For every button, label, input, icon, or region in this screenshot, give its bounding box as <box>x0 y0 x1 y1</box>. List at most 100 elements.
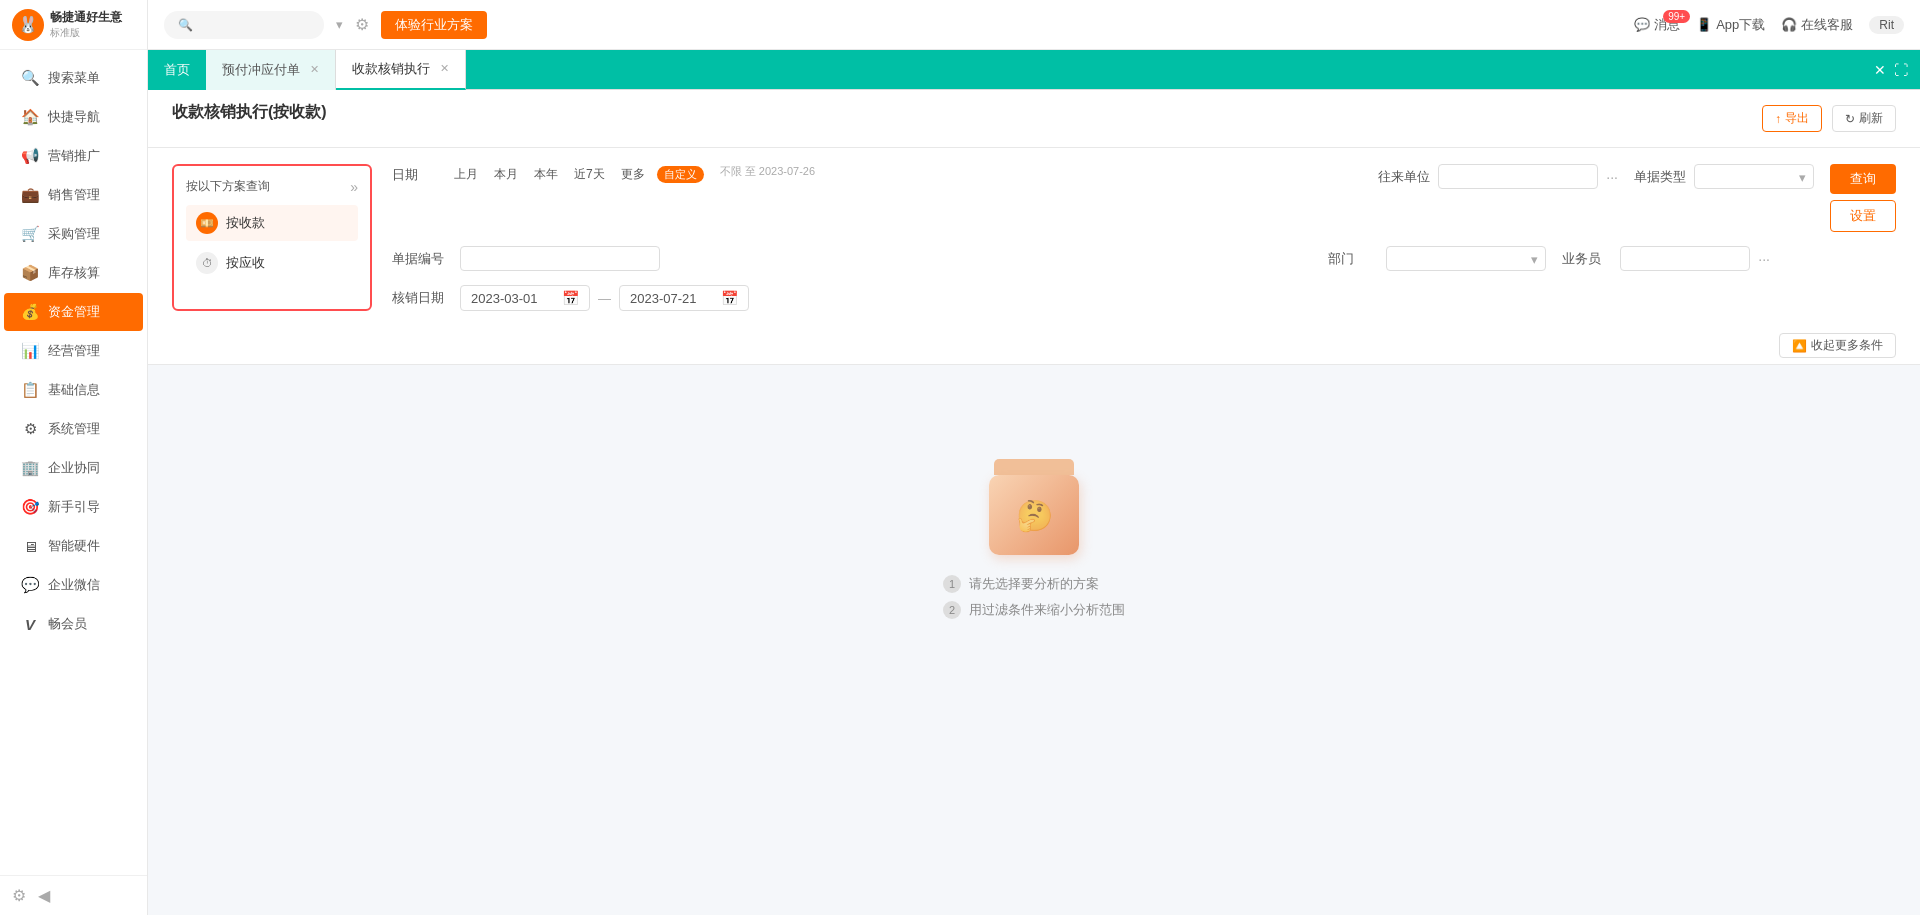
verify-date-range: 2023-03-01 📅 — 2023-07-21 📅 <box>460 285 749 311</box>
sidebar-item-search[interactable]: 🔍 搜索菜单 <box>4 59 143 97</box>
filter-panel: 按以下方案查询 » 💴 按收款 ⏱ 按应收 <box>172 164 372 311</box>
sidebar: 🐰 畅捷通好生意 标准版 🔍 搜索菜单 🏠 快捷导航 📢 营销推广 💼 销售管理… <box>0 0 148 915</box>
tab-receipt-offset[interactable]: 收款核销执行 ✕ <box>336 50 466 90</box>
search-bar[interactable]: 🔍 <box>164 11 324 39</box>
sidebar-item-label: 销售管理 <box>48 186 100 204</box>
sidebar-item-label: 采购管理 <box>48 225 100 243</box>
sales-input[interactable] <box>1620 246 1750 271</box>
search-icon: 🔍 <box>178 18 193 32</box>
date-note: 不限 至 2023-07-26 <box>720 164 815 179</box>
tab-receipt-offset-close[interactable]: ✕ <box>440 62 449 75</box>
system-icon: ⚙ <box>20 420 40 438</box>
sidebar-item-finance[interactable]: 💰 资金管理 <box>4 293 143 331</box>
empty-hint-2: 2 用过滤条件来缩小分析范围 <box>943 601 1125 619</box>
sidebar-item-purchase[interactable]: 🛒 采购管理 <box>4 215 143 253</box>
hint-number-2: 2 <box>943 601 961 619</box>
date-this-month[interactable]: 本月 <box>490 164 522 185</box>
tab-close-button[interactable]: ✕ <box>1874 62 1886 78</box>
date-last-month[interactable]: 上月 <box>450 164 482 185</box>
topbar-right: 💬 消息 99+ 📱 App下载 🎧 在线客服 Rit <box>1634 16 1904 34</box>
sidebar-item-quick-nav[interactable]: 🏠 快捷导航 <box>4 98 143 136</box>
tab-receipt-offset-label: 收款核销执行 <box>352 60 430 78</box>
verify-end-date[interactable]: 2023-07-21 📅 <box>619 285 749 311</box>
logo-icon: 🐰 <box>12 9 44 41</box>
sales-label: 业务员 <box>1562 250 1612 268</box>
hint-text-1: 请先选择要分析的方案 <box>969 575 1099 593</box>
filter-option-by-receivable[interactable]: ⏱ 按应收 <box>186 245 358 281</box>
tab-prepay-close[interactable]: ✕ <box>310 63 319 76</box>
collapse-more-button[interactable]: 🔼 收起更多条件 <box>1779 333 1896 358</box>
verify-date-label: 核销日期 <box>392 289 444 307</box>
sidebar-item-label: 搜索菜单 <box>48 69 100 87</box>
action-buttons: 查询 设置 <box>1830 164 1896 232</box>
set-button[interactable]: 设置 <box>1830 200 1896 232</box>
business-icon: 📊 <box>20 342 40 360</box>
empty-box-face: 🤔 <box>1016 498 1053 533</box>
filter-row-1: 日期 上月 本月 本年 近7天 更多 自定义 不限 至 2023-07-26 <box>392 164 1896 232</box>
verify-start-date[interactable]: 2023-03-01 📅 <box>460 285 590 311</box>
date-custom-badge[interactable]: 自定义 <box>657 166 704 183</box>
date-section: 日期 上月 本月 本年 近7天 更多 自定义 <box>392 164 704 185</box>
sidebar-item-member[interactable]: V 畅会员 <box>4 605 143 643</box>
query-button[interactable]: 查询 <box>1830 164 1896 194</box>
app-download-button[interactable]: 📱 App下载 <box>1696 16 1765 34</box>
date-note-section: 不限 至 2023-07-26 <box>720 164 815 179</box>
date-more[interactable]: 更多 <box>617 164 649 185</box>
dept-select-wrap <box>1386 246 1546 271</box>
tab-expand-button[interactable]: ⛶ <box>1894 62 1908 78</box>
filter-option-by-receipt[interactable]: 💴 按收款 <box>186 205 358 241</box>
sidebar-item-basic[interactable]: 📋 基础信息 <box>4 371 143 409</box>
doc-no-input[interactable] <box>460 246 660 271</box>
empty-illustration: 🤔 <box>974 445 1094 555</box>
sidebar-nav: 🔍 搜索菜单 🏠 快捷导航 📢 营销推广 💼 销售管理 🛒 采购管理 📦 库存核… <box>0 50 147 875</box>
filter-collapse-icon[interactable]: » <box>350 179 358 195</box>
online-service-button[interactable]: 🎧 在线客服 <box>1781 16 1853 34</box>
solution-button[interactable]: 体验行业方案 <box>381 11 487 39</box>
search-icon: 🔍 <box>20 69 40 87</box>
collapse-more-section: 🔼 收起更多条件 <box>148 327 1920 365</box>
dept-select[interactable] <box>1386 246 1546 271</box>
refresh-button[interactable]: ↻ 刷新 <box>1832 105 1896 132</box>
sidebar-item-label: 系统管理 <box>48 420 100 438</box>
counterpart-section: 往来单位 ··· <box>1378 164 1618 189</box>
logo-name: 畅捷通好生意 <box>50 9 122 26</box>
page-content: 收款核销执行(按收款) ↑ 导出 ↻ 刷新 按以下方案查询 » <box>148 90 1920 915</box>
doc-type-select[interactable] <box>1694 164 1814 189</box>
tab-prepay[interactable]: 预付冲应付单 ✕ <box>206 50 336 90</box>
hint-number-1: 1 <box>943 575 961 593</box>
receivable-icon: ⏱ <box>196 252 218 274</box>
sidebar-item-wechat[interactable]: 💬 企业微信 <box>4 566 143 604</box>
sidebar-item-hardware[interactable]: 🖥 智能硬件 <box>4 527 143 565</box>
counterpart-more-icon[interactable]: ··· <box>1606 169 1618 185</box>
gear-icon[interactable]: ⚙ <box>355 15 369 34</box>
sidebar-item-enterprise[interactable]: 🏢 企业协同 <box>4 449 143 487</box>
tab-prepay-label: 预付冲应付单 <box>222 61 300 79</box>
dept-section: 部门 <box>1328 246 1546 271</box>
sidebar-item-inventory[interactable]: 📦 库存核算 <box>4 254 143 292</box>
doc-no-label: 单据编号 <box>392 250 444 268</box>
sales-more-icon[interactable]: ··· <box>1758 251 1770 267</box>
sidebar-item-system[interactable]: ⚙ 系统管理 <box>4 410 143 448</box>
export-button[interactable]: ↑ 导出 <box>1762 105 1822 132</box>
calendar-end-icon: 📅 <box>721 290 738 306</box>
sidebar-item-marketing[interactable]: 📢 营销推广 <box>4 137 143 175</box>
message-button[interactable]: 💬 消息 99+ <box>1634 16 1680 34</box>
sidebar-item-sales[interactable]: 💼 销售管理 <box>4 176 143 214</box>
collapse-icon[interactable]: ◀ <box>38 886 50 905</box>
user-menu[interactable]: Rit <box>1869 16 1904 34</box>
dept-label: 部门 <box>1328 250 1378 268</box>
export-icon: ↑ <box>1775 112 1781 126</box>
tab-home[interactable]: 首页 <box>148 50 206 90</box>
date-quick-options: 上月 本月 本年 近7天 更多 自定义 <box>450 164 704 185</box>
date-this-year[interactable]: 本年 <box>530 164 562 185</box>
message-icon: 💬 <box>1634 17 1650 32</box>
chevron-down-icon[interactable]: ▾ <box>336 17 343 32</box>
sidebar-item-guide[interactable]: 🎯 新手引导 <box>4 488 143 526</box>
sidebar-item-label: 智能硬件 <box>48 537 100 555</box>
main-content: 🔍 ▾ ⚙ 体验行业方案 💬 消息 99+ 📱 App下载 🎧 在线客服 Rit <box>148 0 1920 915</box>
date-7days[interactable]: 近7天 <box>570 164 609 185</box>
sidebar-item-business[interactable]: 📊 经营管理 <box>4 332 143 370</box>
counterpart-input[interactable] <box>1438 164 1598 189</box>
headset-icon: 🎧 <box>1781 17 1797 32</box>
settings-icon[interactable]: ⚙ <box>12 886 26 905</box>
